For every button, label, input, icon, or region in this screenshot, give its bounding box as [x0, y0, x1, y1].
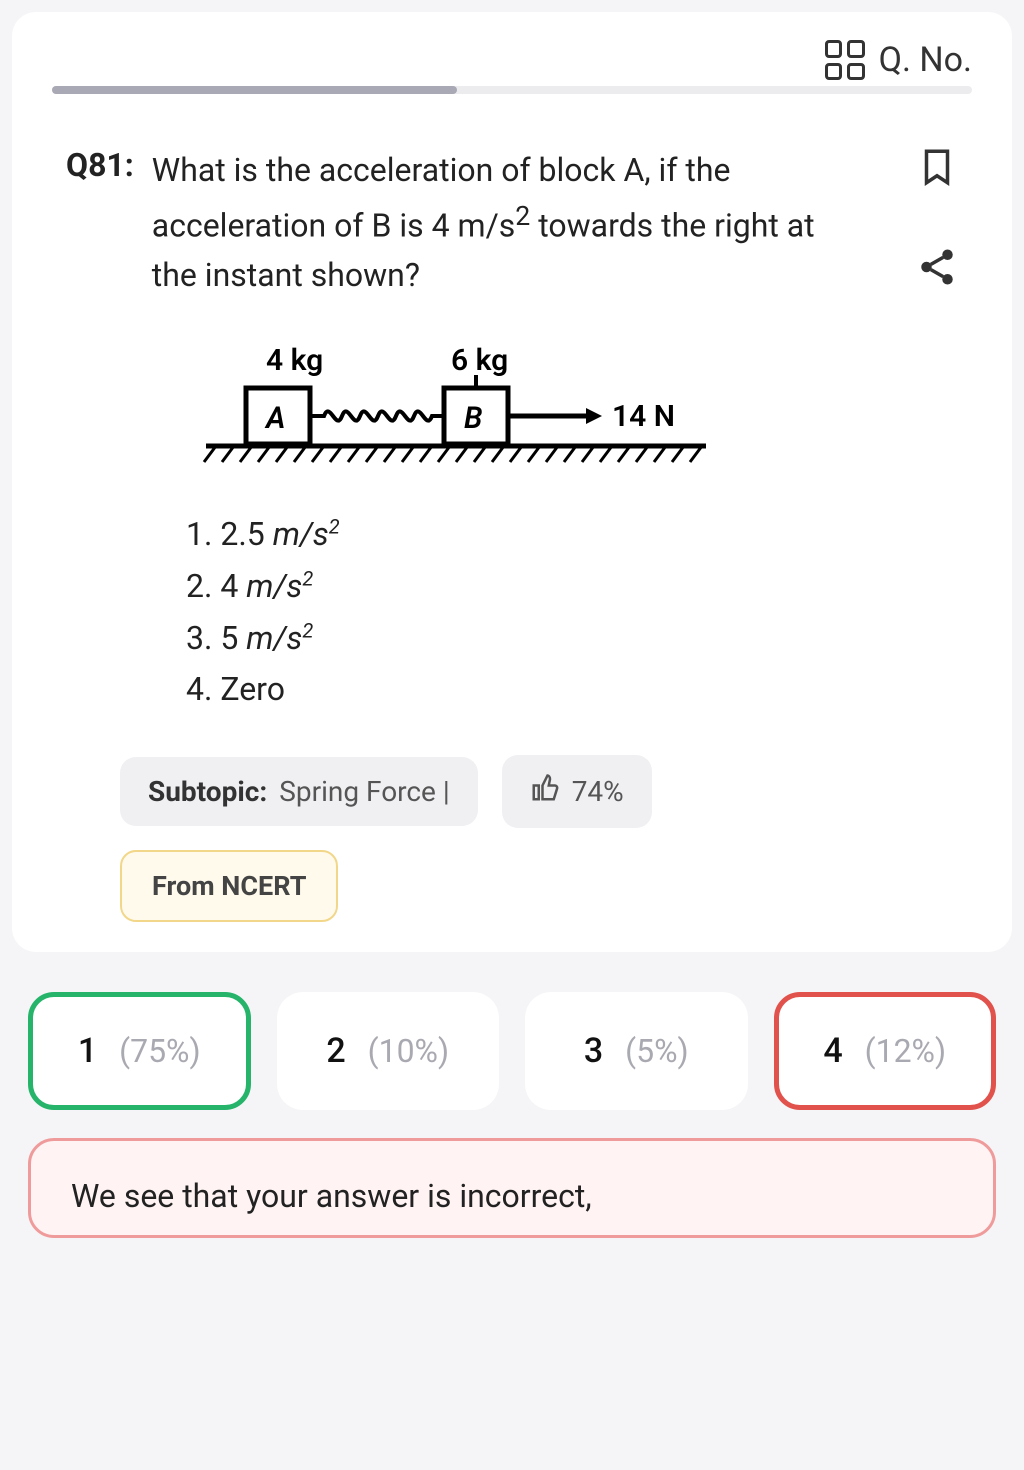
option-4[interactable]: 4. Zero [186, 665, 958, 715]
question-card: Q. No. Q81: What is the acceleration of … [12, 12, 1012, 952]
share-icon[interactable] [916, 246, 958, 292]
question-number-jump[interactable]: Q. No. [825, 40, 972, 80]
answer-row: 1 (75%) 2 (10%) 3 (5%) 4 (12%) [0, 964, 1024, 1118]
option-1[interactable]: 1. 2.5 m/s2 [186, 510, 958, 560]
question-diagram: 4 kg 6 kg A B 14 N [186, 340, 958, 504]
ncert-chip[interactable]: From NCERT [120, 850, 338, 922]
diagram-mass-a: 4 kg [266, 343, 323, 378]
subtopic-chip[interactable]: Subtopic: Spring Force | [120, 757, 478, 826]
answer-option-1[interactable]: 1 (75%) [28, 992, 251, 1110]
feedback-text: We see that your answer is incorrect, [71, 1177, 592, 1215]
feedback-card: We see that your answer is incorrect, [28, 1138, 996, 1238]
like-chip[interactable]: 74% [502, 755, 652, 828]
bookmark-icon[interactable] [916, 146, 958, 192]
card-header: Q. No. [12, 12, 1012, 90]
option-2[interactable]: 2. 4 m/s2 [186, 562, 958, 612]
answer-option-4[interactable]: 4 (12%) [774, 992, 997, 1110]
options-list: 1. 2.5 m/s2 2. 4 m/s2 3. 5 m/s2 4. Zero [186, 510, 958, 714]
question-actions [916, 146, 958, 292]
thumbs-up-icon [530, 773, 560, 810]
diagram-force: 14 N [612, 399, 675, 434]
question-label: Q81: [66, 146, 134, 300]
question-text: What is the acceleration of block A, if … [152, 146, 832, 300]
option-3[interactable]: 3. 5 m/s2 [186, 614, 958, 664]
answer-option-3[interactable]: 3 (5%) [525, 992, 748, 1110]
grid-icon [825, 40, 865, 80]
diagram-label-b: B [464, 401, 482, 436]
diagram-mass-b: 6 kg [451, 343, 508, 378]
answer-option-2[interactable]: 2 (10%) [277, 992, 500, 1110]
diagram-label-a: A [264, 401, 285, 436]
q-no-label: Q. No. [879, 40, 972, 80]
meta-chips: Subtopic: Spring Force | 74% [66, 717, 958, 828]
question-body: Q81: What is the acceleration of block A… [12, 90, 1012, 932]
